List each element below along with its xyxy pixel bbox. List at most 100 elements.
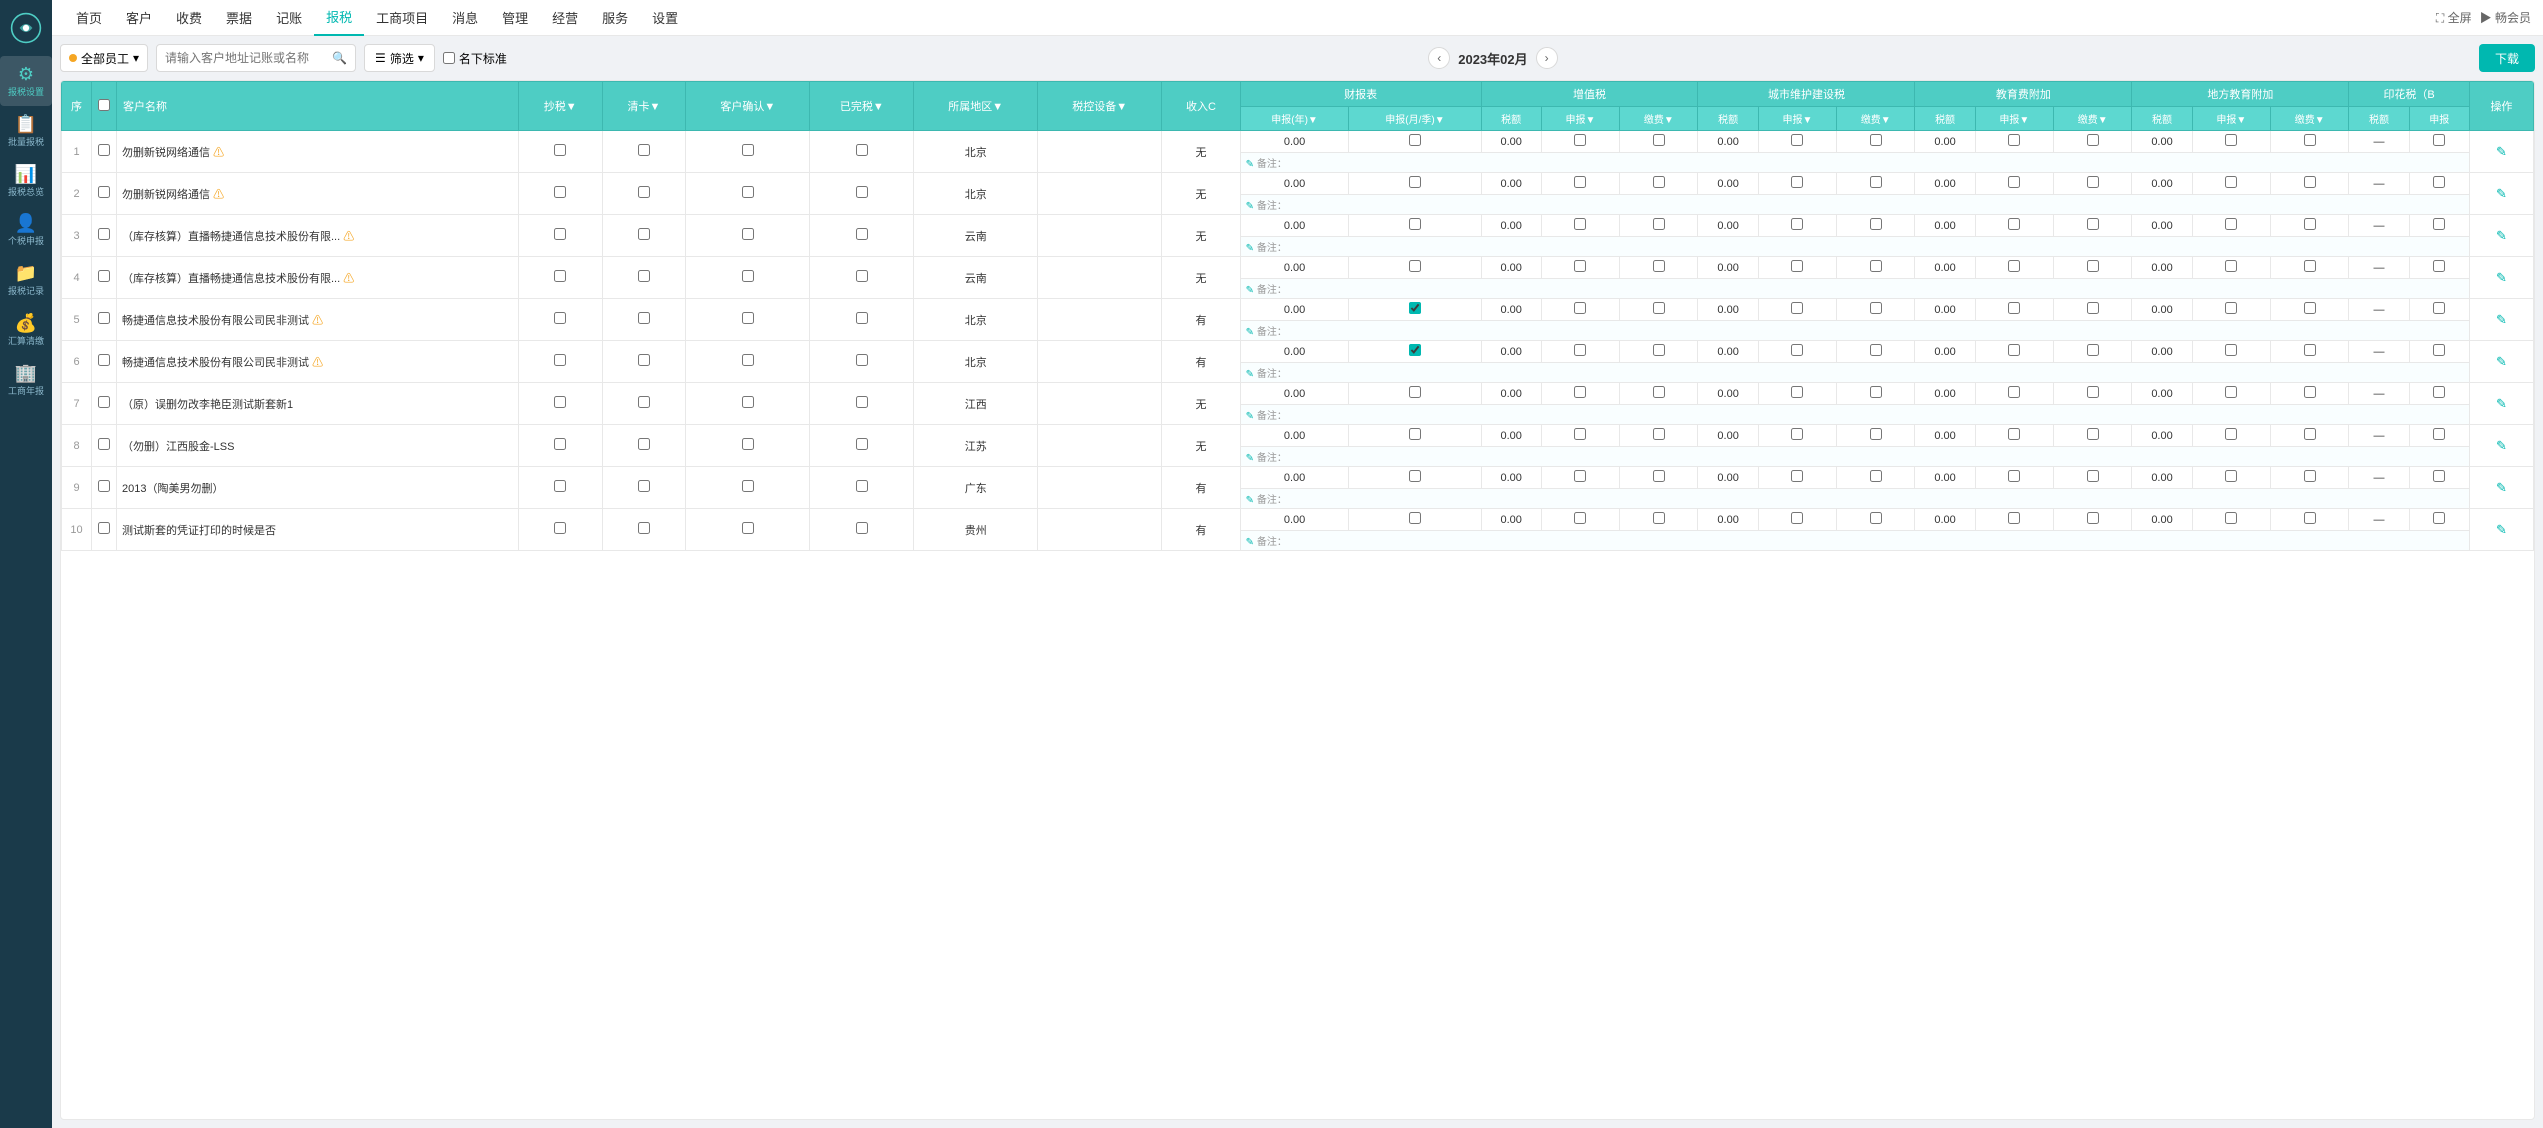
- yinhua-declare-checkbox[interactable]: [2433, 134, 2445, 146]
- client-confirm-checkbox[interactable]: [742, 144, 754, 156]
- member-btn[interactable]: ▶ 畅会员: [2480, 9, 2531, 26]
- yinhua-declare-checkbox[interactable]: [2433, 428, 2445, 440]
- edit-note-icon[interactable]: ✎: [1246, 201, 1254, 212]
- zengjia-declare-checkbox[interactable]: [1574, 470, 1586, 482]
- edit-icon[interactable]: ✎: [2496, 480, 2507, 495]
- difang-pay-checkbox[interactable]: [2304, 134, 2316, 146]
- chengshi-declare-checkbox[interactable]: [1791, 428, 1803, 440]
- row-checkbox[interactable]: [98, 480, 110, 492]
- edit-icon[interactable]: ✎: [2496, 186, 2507, 201]
- jiaoyu-declare-checkbox[interactable]: [2008, 260, 2020, 272]
- jiaoyu-pay-checkbox[interactable]: [2087, 386, 2099, 398]
- tax-copy-checkbox[interactable]: [554, 438, 566, 450]
- caibao-month-checkbox[interactable]: [1409, 344, 1421, 356]
- zengjia-declare-checkbox[interactable]: [1574, 512, 1586, 524]
- clear-card-checkbox[interactable]: [638, 228, 650, 240]
- difang-pay-checkbox[interactable]: [2304, 218, 2316, 230]
- edit-note-icon[interactable]: ✎: [1246, 243, 1254, 254]
- zengjia-declare-checkbox[interactable]: [1574, 428, 1586, 440]
- yinhua-declare-checkbox[interactable]: [2433, 260, 2445, 272]
- employee-filter-select[interactable]: 全部员工 ▾: [60, 44, 148, 72]
- row-checkbox[interactable]: [98, 354, 110, 366]
- row-checkbox[interactable]: [98, 228, 110, 240]
- edit-icon[interactable]: ✎: [2496, 396, 2507, 411]
- chengshi-pay-checkbox[interactable]: [1870, 176, 1882, 188]
- jiaoyu-pay-checkbox[interactable]: [2087, 428, 2099, 440]
- client-confirm-checkbox[interactable]: [742, 522, 754, 534]
- zengjia-pay-checkbox[interactable]: [1653, 302, 1665, 314]
- row-checkbox[interactable]: [98, 522, 110, 534]
- chengshi-pay-checkbox[interactable]: [1870, 134, 1882, 146]
- chengshi-declare-checkbox[interactable]: [1791, 218, 1803, 230]
- chengshi-pay-checkbox[interactable]: [1870, 512, 1882, 524]
- nav-invoice[interactable]: 票据: [214, 0, 264, 36]
- select-all-checkbox[interactable]: [98, 99, 110, 111]
- jiaoyu-declare-checkbox[interactable]: [2008, 428, 2020, 440]
- clear-card-checkbox[interactable]: [638, 522, 650, 534]
- caibao-month-checkbox[interactable]: [1409, 134, 1421, 146]
- nav-tax[interactable]: 报税: [314, 0, 364, 36]
- client-confirm-checkbox[interactable]: [742, 396, 754, 408]
- difang-declare-checkbox[interactable]: [2225, 176, 2237, 188]
- difang-declare-checkbox[interactable]: [2225, 470, 2237, 482]
- chengshi-declare-checkbox[interactable]: [1791, 302, 1803, 314]
- yinhua-declare-checkbox[interactable]: [2433, 176, 2445, 188]
- difang-declare-checkbox[interactable]: [2225, 134, 2237, 146]
- edit-icon[interactable]: ✎: [2496, 144, 2507, 159]
- jiaoyu-pay-checkbox[interactable]: [2087, 260, 2099, 272]
- caibao-month-checkbox[interactable]: [1409, 218, 1421, 230]
- declared-checkbox[interactable]: [856, 480, 868, 492]
- nav-clients[interactable]: 客户: [114, 0, 164, 36]
- named-checkbox[interactable]: [443, 52, 455, 64]
- row-checkbox[interactable]: [98, 396, 110, 408]
- row-checkbox[interactable]: [98, 438, 110, 450]
- chengshi-pay-checkbox[interactable]: [1870, 386, 1882, 398]
- clear-card-checkbox[interactable]: [638, 480, 650, 492]
- sidebar-item-huisuanqingjiao[interactable]: 💰 汇算清缴: [0, 305, 52, 355]
- caibao-month-checkbox[interactable]: [1409, 512, 1421, 524]
- chengshi-declare-checkbox[interactable]: [1791, 176, 1803, 188]
- download-button[interactable]: 下载: [2479, 44, 2535, 72]
- client-confirm-checkbox[interactable]: [742, 228, 754, 240]
- tax-copy-checkbox[interactable]: [554, 396, 566, 408]
- difang-declare-checkbox[interactable]: [2225, 386, 2237, 398]
- zengjia-declare-checkbox[interactable]: [1574, 176, 1586, 188]
- zengjia-pay-checkbox[interactable]: [1653, 176, 1665, 188]
- difang-pay-checkbox[interactable]: [2304, 386, 2316, 398]
- difang-pay-checkbox[interactable]: [2304, 344, 2316, 356]
- chengshi-pay-checkbox[interactable]: [1870, 470, 1882, 482]
- jiaoyu-pay-checkbox[interactable]: [2087, 218, 2099, 230]
- jiaoyu-pay-checkbox[interactable]: [2087, 344, 2099, 356]
- zengjia-declare-checkbox[interactable]: [1574, 302, 1586, 314]
- edit-icon[interactable]: ✎: [2496, 522, 2507, 537]
- row-checkbox[interactable]: [98, 312, 110, 324]
- chengshi-declare-checkbox[interactable]: [1791, 470, 1803, 482]
- clear-card-checkbox[interactable]: [638, 354, 650, 366]
- tax-copy-checkbox[interactable]: [554, 312, 566, 324]
- sidebar-item-geshuishenbao[interactable]: 👤 个税申报: [0, 205, 52, 255]
- nav-settings[interactable]: 设置: [640, 0, 690, 36]
- zengjia-pay-checkbox[interactable]: [1653, 218, 1665, 230]
- edit-icon[interactable]: ✎: [2496, 270, 2507, 285]
- jiaoyu-declare-checkbox[interactable]: [2008, 344, 2020, 356]
- tax-copy-checkbox[interactable]: [554, 522, 566, 534]
- difang-pay-checkbox[interactable]: [2304, 302, 2316, 314]
- chengshi-pay-checkbox[interactable]: [1870, 302, 1882, 314]
- edit-note-icon[interactable]: ✎: [1246, 159, 1254, 170]
- row-checkbox[interactable]: [98, 186, 110, 198]
- filter-button[interactable]: ☰ 筛选 ▾: [364, 44, 435, 72]
- sidebar-item-baoshuishezhi[interactable]: ⚙ 报税设置: [0, 56, 52, 106]
- difang-pay-checkbox[interactable]: [2304, 176, 2316, 188]
- jiaoyu-declare-checkbox[interactable]: [2008, 386, 2020, 398]
- edit-note-icon[interactable]: ✎: [1246, 285, 1254, 296]
- fullscreen-btn[interactable]: ⛶ 全屏: [2436, 9, 2472, 26]
- chengshi-declare-checkbox[interactable]: [1791, 260, 1803, 272]
- chengshi-declare-checkbox[interactable]: [1791, 386, 1803, 398]
- nav-business[interactable]: 工商项目: [364, 0, 440, 36]
- difang-pay-checkbox[interactable]: [2304, 428, 2316, 440]
- difang-declare-checkbox[interactable]: [2225, 218, 2237, 230]
- zengjia-declare-checkbox[interactable]: [1574, 134, 1586, 146]
- tax-copy-checkbox[interactable]: [554, 354, 566, 366]
- edit-note-icon[interactable]: ✎: [1246, 495, 1254, 506]
- jiaoyu-declare-checkbox[interactable]: [2008, 134, 2020, 146]
